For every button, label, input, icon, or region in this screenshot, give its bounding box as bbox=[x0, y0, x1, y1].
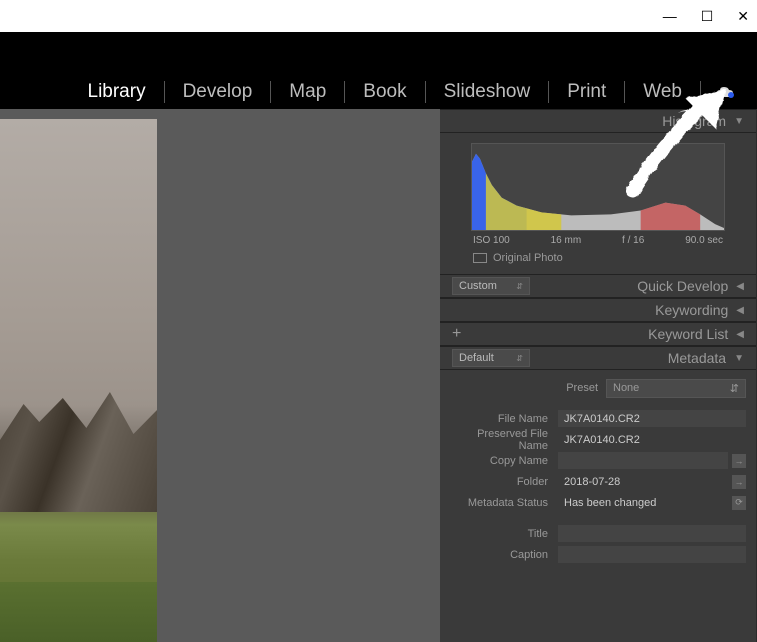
metadata-row-title: Title bbox=[450, 523, 746, 544]
metadata-header[interactable]: Default ⇵ Metadata ▼ bbox=[440, 346, 756, 370]
tab-library[interactable]: Library bbox=[70, 81, 165, 103]
copyname-action-button[interactable]: → bbox=[732, 454, 746, 468]
histogram-focal: 16 mm bbox=[551, 235, 582, 246]
keyword-list-title: Keyword List bbox=[648, 326, 728, 342]
preview-area bbox=[0, 109, 440, 642]
quick-develop-title: Quick Develop bbox=[637, 278, 728, 294]
caption-field[interactable] bbox=[558, 546, 746, 563]
histogram-panel: ISO 100 16 mm f / 16 90.0 sec Original P… bbox=[440, 133, 756, 274]
histogram-header[interactable]: Histogram ▼ bbox=[440, 109, 756, 133]
histogram-info: ISO 100 16 mm f / 16 90.0 sec bbox=[471, 231, 725, 246]
metadata-row-caption: Caption bbox=[450, 544, 746, 565]
collapse-icon: ▼ bbox=[734, 353, 744, 364]
metadata-status-value: Has been changed bbox=[558, 494, 728, 511]
app-header bbox=[0, 32, 757, 74]
minimize-button[interactable]: — bbox=[663, 8, 677, 24]
maximize-button[interactable]: ☐ bbox=[701, 8, 714, 25]
histogram-title: Histogram bbox=[662, 113, 726, 129]
right-panel: Histogram ▼ ISO 100 16 mm f / 16 90.0 se… bbox=[440, 109, 756, 642]
window-titlebar: — ☐ ✕ bbox=[0, 0, 757, 32]
preset-label: Preset bbox=[566, 382, 598, 394]
histogram-aperture: f / 16 bbox=[622, 235, 644, 246]
tab-book[interactable]: Book bbox=[345, 81, 425, 103]
original-photo-toggle[interactable]: Original Photo bbox=[471, 246, 725, 264]
status-action-button[interactable]: ⟳ bbox=[732, 496, 746, 510]
chevron-icon: ⇵ bbox=[516, 354, 523, 363]
histogram-shutter: 90.0 sec bbox=[685, 235, 723, 246]
metadata-panel: Preset None ⇵ File Name JK7A0140.CR2 Pre… bbox=[440, 370, 756, 571]
preserved-filename-value: JK7A0140.CR2 bbox=[558, 431, 746, 448]
title-field[interactable] bbox=[558, 525, 746, 542]
tab-develop[interactable]: Develop bbox=[165, 81, 272, 103]
filename-field[interactable]: JK7A0140.CR2 bbox=[558, 410, 746, 427]
tab-print[interactable]: Print bbox=[549, 81, 625, 103]
collapse-icon: ◀ bbox=[736, 305, 744, 316]
metadata-preset-row: Preset None ⇵ bbox=[450, 376, 746, 400]
close-button[interactable]: ✕ bbox=[737, 8, 749, 25]
metadata-row-folder: Folder 2018-07-28 → bbox=[450, 471, 746, 492]
photo-preview-detail bbox=[0, 582, 157, 642]
preset-select[interactable]: None ⇵ bbox=[606, 379, 746, 398]
chevron-icon: ⇵ bbox=[730, 382, 739, 395]
collapse-icon: ▼ bbox=[734, 116, 744, 127]
chevron-icon: ⇵ bbox=[516, 282, 523, 291]
histogram-iso: ISO 100 bbox=[473, 235, 510, 246]
metadata-row-copyname: Copy Name → bbox=[450, 450, 746, 471]
metadata-view-select[interactable]: Default ⇵ bbox=[452, 349, 530, 367]
quick-develop-select[interactable]: Custom ⇵ bbox=[452, 277, 530, 295]
histogram-chart[interactable] bbox=[471, 143, 725, 231]
keyword-list-header[interactable]: + Keyword List ◀ bbox=[440, 322, 756, 346]
metadata-row-status: Metadata Status Has been changed ⟳ bbox=[450, 492, 746, 513]
metadata-title: Metadata bbox=[668, 350, 726, 366]
metadata-row-filename: File Name JK7A0140.CR2 bbox=[450, 408, 746, 429]
add-keyword-button[interactable]: + bbox=[452, 325, 461, 343]
tab-map[interactable]: Map bbox=[271, 81, 345, 103]
keywording-title: Keywording bbox=[655, 302, 728, 318]
quick-develop-header[interactable]: Custom ⇵ Quick Develop ◀ bbox=[440, 274, 756, 298]
rectangle-icon bbox=[473, 253, 487, 263]
original-photo-label: Original Photo bbox=[493, 252, 563, 264]
folder-action-button[interactable]: → bbox=[732, 475, 746, 489]
folder-value: 2018-07-28 bbox=[558, 473, 728, 490]
metadata-row-preserved-filename: Preserved File Name JK7A0140.CR2 bbox=[450, 429, 746, 450]
cloud-sync-icon[interactable] bbox=[715, 85, 737, 99]
photo-preview[interactable] bbox=[0, 119, 157, 639]
tab-web[interactable]: Web bbox=[625, 81, 701, 103]
module-navbar: Library Develop Map Book Slideshow Print… bbox=[0, 74, 757, 109]
collapse-icon: ◀ bbox=[736, 329, 744, 340]
copyname-field[interactable] bbox=[558, 452, 728, 469]
keywording-header[interactable]: Keywording ◀ bbox=[440, 298, 756, 322]
tab-slideshow[interactable]: Slideshow bbox=[426, 81, 550, 103]
collapse-icon: ◀ bbox=[736, 281, 744, 292]
